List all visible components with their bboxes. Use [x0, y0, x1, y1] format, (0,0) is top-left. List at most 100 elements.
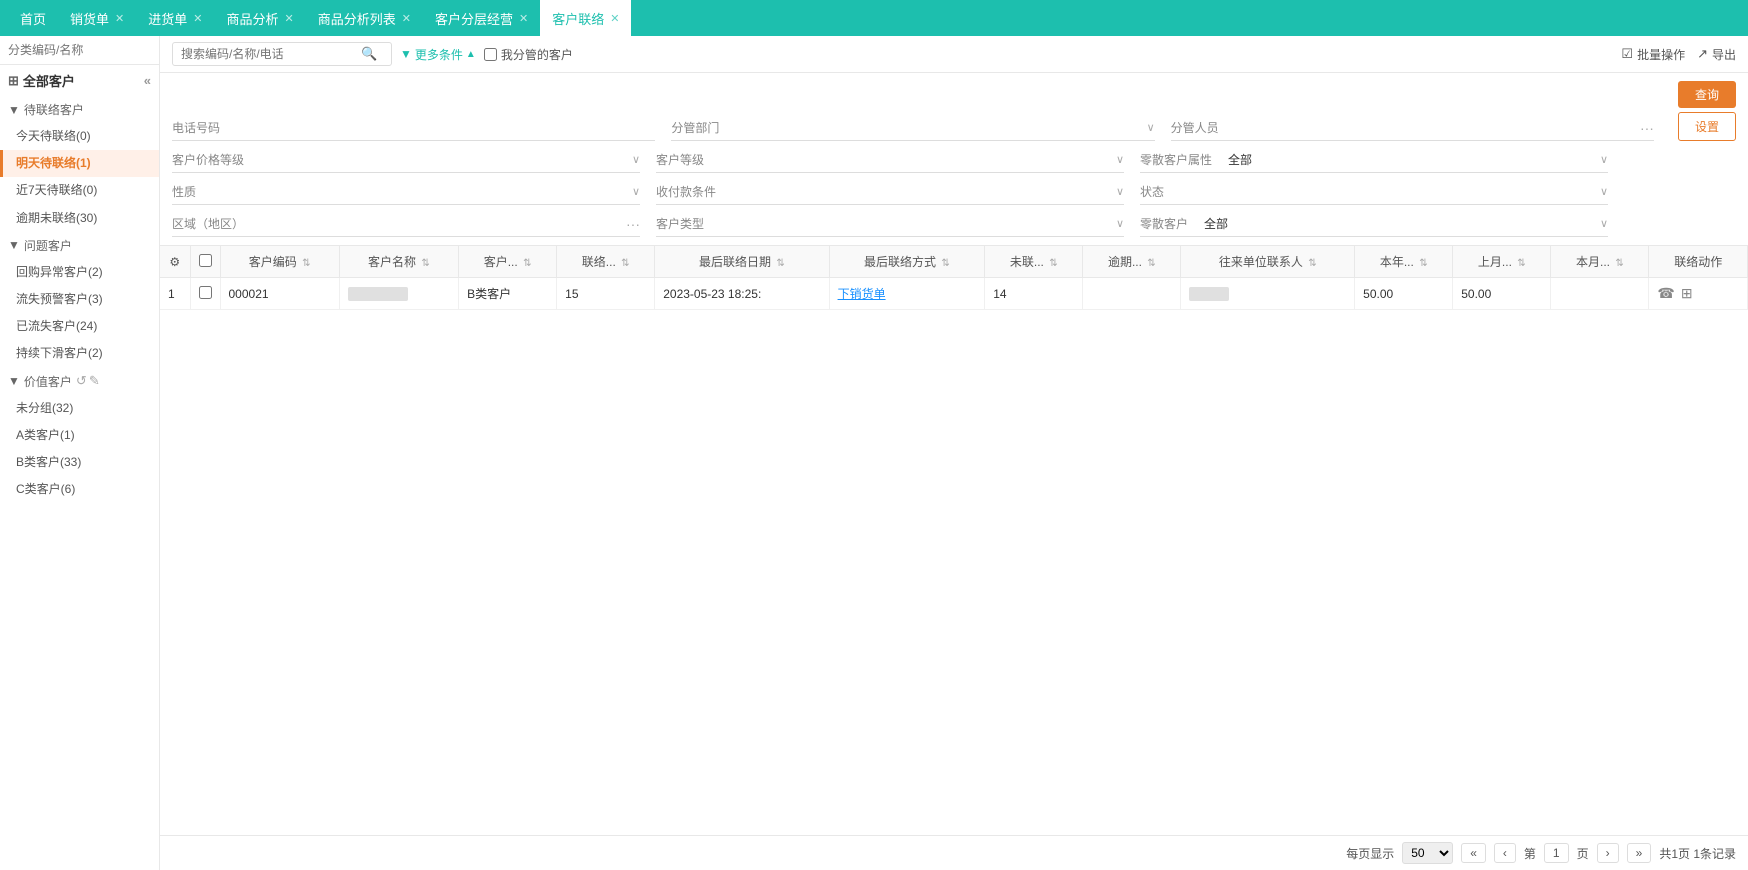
last-page-btn[interactable]: »: [1627, 843, 1652, 863]
sidebar-item-churned[interactable]: 已流失客户(24): [0, 313, 159, 340]
td-contact: 15: [557, 278, 655, 310]
manager-more-icon[interactable]: ···: [1640, 120, 1654, 136]
td-last-method[interactable]: 下销货单: [829, 278, 985, 310]
value-section-title[interactable]: ▼ 价值客户 ↺ ✎: [0, 368, 159, 395]
th-last-date[interactable]: 最后联络日期 ⇅: [655, 246, 829, 278]
this-year-sort-icon: ⇅: [1419, 258, 1427, 269]
th-type[interactable]: 客户... ⇅: [459, 246, 557, 278]
retail-attr-dropdown-icon[interactable]: ∨: [1600, 153, 1608, 166]
th-unit-contact[interactable]: 往来单位联系人 ⇅: [1181, 246, 1355, 278]
value-refresh-icon[interactable]: ↺: [76, 373, 87, 389]
price-level-dropdown-icon[interactable]: ∨: [632, 153, 640, 166]
overdue-sort-icon: ⇅: [1147, 258, 1155, 269]
th-code[interactable]: 客户编码 ⇅: [220, 246, 339, 278]
my-customers-checkbox[interactable]: [484, 48, 497, 61]
sidebar-item-overdue[interactable]: 逾期未联络(30): [0, 205, 159, 232]
close-customer-tier-icon[interactable]: ✕: [519, 12, 528, 25]
sidebar-item-today[interactable]: 今天待联络(0): [0, 123, 159, 150]
sidebar-item-unclassified[interactable]: 未分组(32): [0, 395, 159, 422]
sidebar-item-class-c[interactable]: C类客户(6): [0, 476, 159, 503]
filter-retail-attr: 零散客户属性 全部 ∨: [1140, 147, 1608, 173]
sidebar-item-repurchase-abnormal[interactable]: 回购异常客户(2): [0, 259, 159, 286]
th-last-month[interactable]: 上月... ⇅: [1453, 246, 1551, 278]
nav-customer-contact[interactable]: 客户联络 ✕: [540, 0, 631, 36]
gender-dropdown-icon[interactable]: ∨: [632, 185, 640, 198]
sidebar-item-class-b[interactable]: B类客户(33): [0, 449, 159, 476]
value-edit-icon[interactable]: ✎: [89, 373, 100, 389]
sidebar-item-class-a[interactable]: A类客户(1): [0, 422, 159, 449]
nav-customer-tier[interactable]: 客户分层经营 ✕: [423, 0, 540, 36]
export-btn[interactable]: ↗ 导出: [1697, 46, 1736, 63]
nav-sales-order[interactable]: 销货单 ✕: [58, 0, 136, 36]
th-settings[interactable]: ⚙: [160, 246, 190, 278]
td-name: [339, 278, 458, 310]
close-product-analysis-icon[interactable]: ✕: [285, 12, 294, 25]
td-overdue: [1083, 278, 1181, 310]
close-sales-order-icon[interactable]: ✕: [115, 12, 124, 25]
th-this-year[interactable]: 本年... ⇅: [1355, 246, 1453, 278]
code-sort-icon: ⇅: [302, 258, 310, 269]
filter-retail-customer: 零散客户 全部 ∨: [1140, 211, 1608, 237]
nav-product-analysis[interactable]: 商品分析 ✕: [214, 0, 305, 36]
masked-unit-contact: [1189, 287, 1229, 301]
nav-purchase-order[interactable]: 进货单 ✕: [136, 0, 214, 36]
th-unreached[interactable]: 未联... ⇅: [985, 246, 1083, 278]
dept-dropdown-icon[interactable]: ∨: [1147, 121, 1155, 134]
prev-page-btn[interactable]: ‹: [1494, 843, 1516, 863]
retail-customer-dropdown-icon[interactable]: ∨: [1600, 217, 1608, 230]
settings-button[interactable]: 设置: [1678, 112, 1736, 141]
close-purchase-order-icon[interactable]: ✕: [193, 12, 202, 25]
customer-type-dropdown-icon[interactable]: ∨: [1116, 217, 1124, 230]
close-customer-contact-icon[interactable]: ✕: [610, 12, 619, 25]
next-page-btn[interactable]: ›: [1597, 843, 1619, 863]
filter-right-actions: ☑ 批量操作 ↗ 导出: [1621, 46, 1736, 63]
customer-level-dropdown-icon[interactable]: ∨: [1116, 153, 1124, 166]
export-icon: ↗: [1697, 46, 1708, 62]
td-code: 000021: [220, 278, 339, 310]
sidebar-search-input[interactable]: [8, 43, 160, 57]
phone-action-icon[interactable]: ☎: [1657, 285, 1674, 302]
filter-search-icon[interactable]: 🔍: [361, 46, 377, 62]
filter-customer-type: 客户类型 ∨: [656, 211, 1124, 237]
top-nav: 首页 销货单 ✕ 进货单 ✕ 商品分析 ✕ 商品分析列表 ✕ 客户分层经营 ✕ …: [0, 0, 1748, 36]
more-conditions-btn[interactable]: ▼ 更多条件 ▲: [400, 46, 476, 63]
pending-section-title[interactable]: ▼ 待联络客户: [0, 96, 159, 123]
region-more-icon[interactable]: ···: [626, 216, 640, 232]
sidebar-item-7days[interactable]: 近7天待联络(0): [0, 177, 159, 204]
close-product-analysis-list-icon[interactable]: ✕: [402, 12, 411, 25]
th-this-month[interactable]: 本月... ⇅: [1551, 246, 1649, 278]
filter-search-input[interactable]: [181, 47, 361, 61]
sidebar-item-declining[interactable]: 持续下滑客户(2): [0, 340, 159, 367]
grid-action-icon[interactable]: ⊞: [1681, 285, 1693, 302]
sidebar-item-churn-warning[interactable]: 流失预警客户(3): [0, 286, 159, 313]
retail-attr-value: 全部: [1228, 151, 1252, 168]
problem-arrow-icon: ▼: [8, 238, 20, 252]
nav-product-analysis-list[interactable]: 商品分析列表 ✕: [306, 0, 423, 36]
select-all-checkbox[interactable]: [199, 254, 212, 267]
problem-section-title[interactable]: ▼ 问题客户: [0, 232, 159, 259]
sidebar-item-tomorrow[interactable]: 明天待联络(1): [0, 150, 159, 177]
filter-icon: ▼: [400, 47, 412, 61]
nav-home[interactable]: 首页: [8, 0, 58, 36]
table-row: 1 000021 B类客户 15 2023-05-23 18:25: 下销货单: [160, 278, 1748, 310]
per-page-select[interactable]: 50 100 200: [1402, 842, 1453, 864]
last-method-sort-icon: ⇅: [941, 258, 949, 269]
current-page-input[interactable]: 1: [1544, 843, 1569, 863]
td-unit-contact: [1181, 278, 1355, 310]
status-dropdown-icon[interactable]: ∨: [1600, 185, 1608, 198]
th-name[interactable]: 客户名称 ⇅: [339, 246, 458, 278]
filter-search-wrapper: 🔍: [172, 42, 392, 66]
filter-gender: 性质 ∨: [172, 179, 640, 205]
row-checkbox[interactable]: [199, 286, 212, 299]
first-page-btn[interactable]: «: [1461, 843, 1486, 863]
th-overdue[interactable]: 逾期... ⇅: [1083, 246, 1181, 278]
filter-actions: 查询 设置: [1678, 81, 1736, 141]
th-last-method[interactable]: 最后联络方式 ⇅: [829, 246, 985, 278]
th-contact[interactable]: 联络... ⇅: [557, 246, 655, 278]
type-sort-icon: ⇅: [523, 258, 531, 269]
query-button[interactable]: 查询: [1678, 81, 1736, 108]
all-customers-title[interactable]: ⊞ 全部客户 «: [0, 65, 159, 96]
batch-ops-btn[interactable]: ☑ 批量操作: [1621, 46, 1685, 63]
last-method-link[interactable]: 下销货单: [838, 287, 886, 301]
payment-dropdown-icon[interactable]: ∨: [1116, 185, 1124, 198]
